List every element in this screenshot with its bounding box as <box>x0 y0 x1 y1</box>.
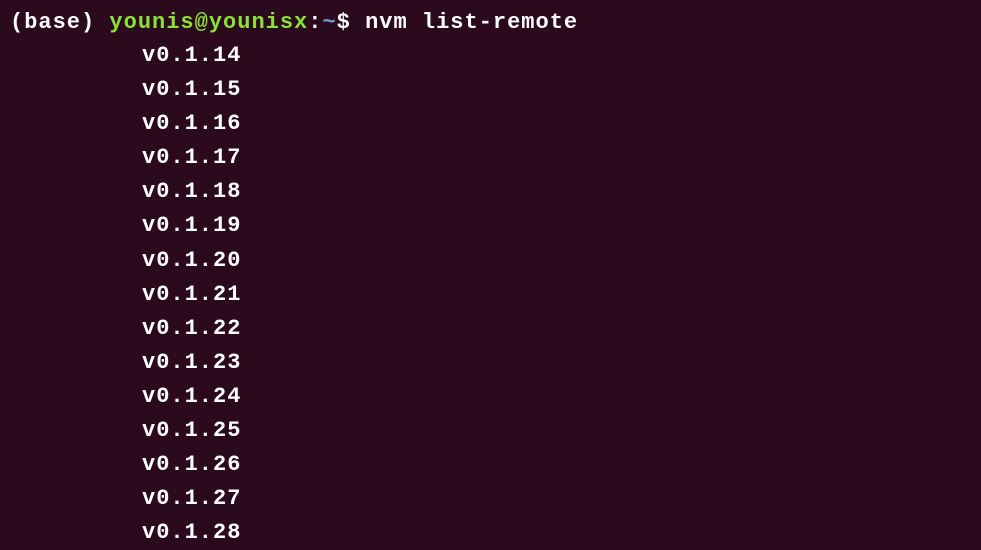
prompt-separator: : <box>308 10 322 35</box>
command-text[interactable]: nvm list-remote <box>365 10 578 35</box>
output-version-line: v0.1.25 <box>10 414 971 448</box>
prompt-user-host: younis@younisx <box>109 10 308 35</box>
output-version-line: v0.1.17 <box>10 141 971 175</box>
output-version-line: v0.1.21 <box>10 278 971 312</box>
output-version-line: v0.1.24 <box>10 380 971 414</box>
output-version-line: v0.1.20 <box>10 244 971 278</box>
output-version-line: v0.1.22 <box>10 312 971 346</box>
prompt-dollar: $ <box>337 10 365 35</box>
terminal-prompt-line: (base) younis@younisx:~$ nvm list-remote <box>10 6 971 39</box>
output-version-line: v0.1.16 <box>10 107 971 141</box>
output-version-line: v0.1.18 <box>10 175 971 209</box>
output-version-line: v0.1.23 <box>10 346 971 380</box>
output-version-line: v0.1.27 <box>10 482 971 516</box>
output-version-line: v0.1.15 <box>10 73 971 107</box>
output-version-line: v0.1.26 <box>10 448 971 482</box>
prompt-path: ~ <box>322 10 336 35</box>
prompt-env-base: (base) <box>10 10 109 35</box>
output-version-line: v0.1.28 <box>10 516 971 550</box>
output-version-line: v0.1.19 <box>10 209 971 243</box>
output-version-line: v0.1.14 <box>10 39 971 73</box>
